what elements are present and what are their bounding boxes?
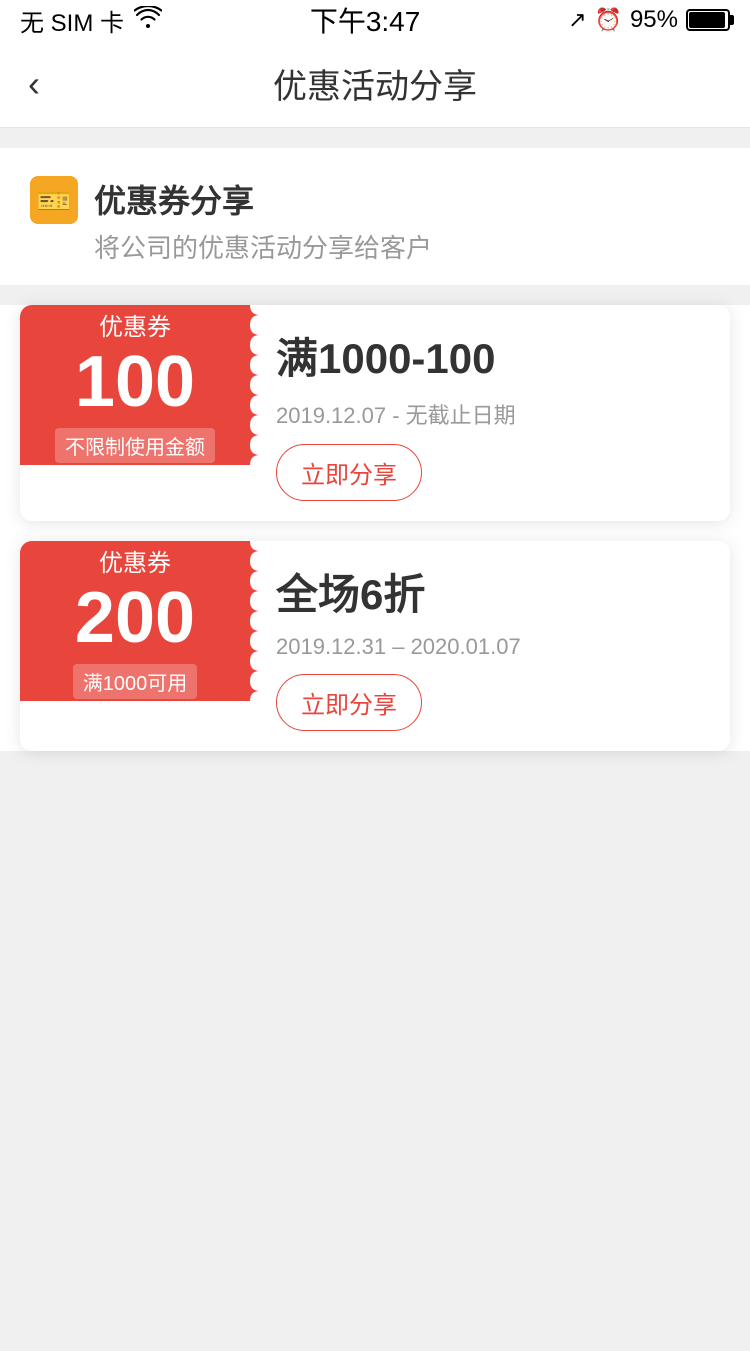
coupon-condition-1: 不限制使用金额 [55,428,215,463]
coupon-name-2: 全场6折 [276,561,706,622]
coupon-right-1: 满1000-100 2019.12.07 - 无截止日期 立即分享 [260,305,730,521]
back-button[interactable]: ‹ [28,63,40,105]
share-button-1[interactable]: 立即分享 [276,444,422,501]
coupon-amount-1: 100 [75,346,195,418]
location-icon: ↗ [568,7,586,33]
carrier-label: 无 SIM 卡 [20,3,124,38]
coupon-name-1: 满1000-100 [276,325,706,386]
status-bar: 无 SIM 卡 下午3:47 ↗ ⏰ 95% [0,0,750,40]
nav-bar: ‹ 优惠活动分享 [0,40,750,128]
alarm-icon: ⏰ [595,7,622,33]
wifi-icon [134,6,162,35]
section-header: 🎫 优惠券分享 将公司的优惠活动分享给客户 [0,148,750,285]
coupon-icon: 🎫 [37,184,72,217]
status-left: 无 SIM 卡 [20,3,162,38]
coupon-card-1: 优惠券 100 不限制使用金额 满1000-100 2019.12.07 - 无… [20,305,730,521]
coupon-card-2: 优惠券 200 满1000可用 全场6折 2019.12.31 – 2020.0… [20,541,730,751]
coupon-list: 优惠券 100 不限制使用金额 满1000-100 2019.12.07 - 无… [0,305,750,751]
section-icon: 🎫 [30,176,78,224]
coupon-date-1: 2019.12.07 - 无截止日期 [276,398,706,430]
section-title: 优惠券分享 [94,176,432,222]
empty-area [0,771,750,1351]
coupon-right-2: 全场6折 2019.12.31 – 2020.01.07 立即分享 [260,541,730,751]
coupon-label-2: 优惠券 [99,543,171,578]
coupon-condition-2: 满1000可用 [73,664,198,699]
section-text-group: 优惠券分享 将公司的优惠活动分享给客户 [94,176,432,265]
coupon-amount-2: 200 [75,582,195,654]
page-title: 优惠活动分享 [273,59,477,108]
section-subtitle: 将公司的优惠活动分享给客户 [94,228,432,265]
share-button-2[interactable]: 立即分享 [276,674,422,731]
coupon-label-1: 优惠券 [99,307,171,342]
battery-percent: 95% [630,6,678,34]
coupon-date-2: 2019.12.31 – 2020.01.07 [276,634,706,660]
status-right: ↗ ⏰ 95% [568,6,730,34]
status-time: 下午3:47 [310,0,421,40]
battery-icon [686,9,730,31]
